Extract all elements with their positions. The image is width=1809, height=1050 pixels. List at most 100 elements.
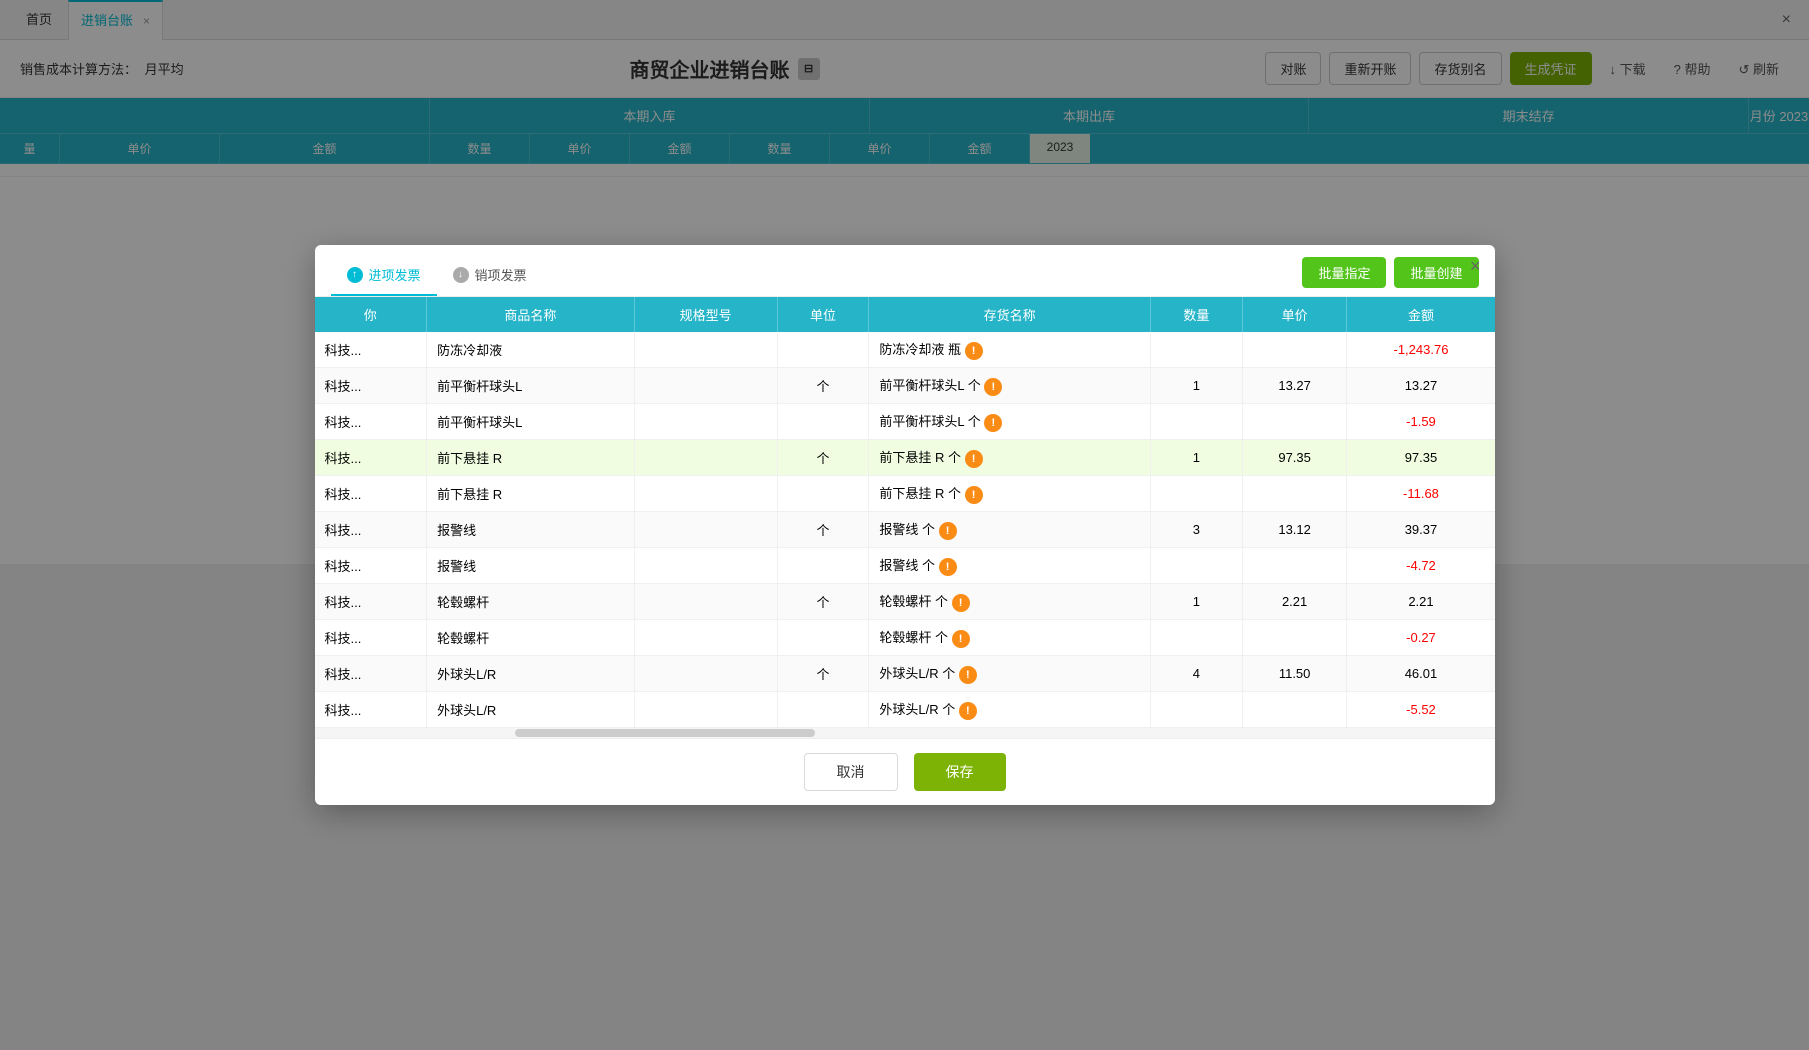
table-cell: 轮毂螺杆 个 !	[869, 584, 1150, 620]
table-cell	[1242, 404, 1347, 440]
batch-create-button[interactable]: 批量创建	[1394, 257, 1478, 288]
table-cell: 前平衡杆球头L 个 !	[869, 368, 1150, 404]
table-row: 科技...轮毂螺杆个轮毂螺杆 个 !12.212.21	[315, 584, 1495, 620]
table-cell: 前平衡杆球头L	[427, 368, 635, 404]
table-cell: 97.35	[1347, 440, 1495, 476]
table-cell: 科技...	[315, 476, 427, 512]
table-cell: 防冻冷却液	[427, 332, 635, 368]
table-cell	[634, 476, 777, 512]
table-cell	[1150, 692, 1242, 728]
table-row: 科技...防冻冷却液防冻冷却液 瓶 !-1,243.76	[315, 332, 1495, 368]
xiaoxiang-tab-icon: ↓	[453, 267, 469, 283]
table-cell: 39.37	[1347, 512, 1495, 548]
table-cell	[777, 332, 869, 368]
warning-icon: !	[959, 702, 977, 720]
table-cell: 3	[1150, 512, 1242, 548]
th-product-name: 商品名称	[427, 297, 635, 332]
table-cell: 13.12	[1242, 512, 1347, 548]
th-inventory-name: 存货名称	[869, 297, 1150, 332]
table-cell	[777, 692, 869, 728]
jinxiang-tab-icon: ↑	[347, 267, 363, 283]
table-cell: 前下悬挂 R 个 !	[869, 440, 1150, 476]
table-cell: 外球头L/R 个 !	[869, 692, 1150, 728]
table-row: 科技...外球头L/R 外球头L/R 个 ! -5.52	[315, 692, 1495, 728]
table-cell	[1150, 404, 1242, 440]
modal-table-wrap[interactable]: 你 商品名称 规格型号 单位 存货名称 数量 单价 金额 科技...防冻冷却液防…	[315, 297, 1495, 728]
table-scrollbar[interactable]	[315, 728, 1495, 738]
cancel-button[interactable]: 取消	[804, 753, 898, 791]
modal-close-button[interactable]: ×	[1470, 257, 1481, 275]
table-cell: -5.52	[1347, 692, 1495, 728]
table-cell: 科技...	[315, 656, 427, 692]
table-cell: 科技...	[315, 440, 427, 476]
table-cell: 1	[1150, 368, 1242, 404]
table-cell: 前平衡杆球头L	[427, 404, 635, 440]
table-cell: 防冻冷却液 瓶 !	[869, 332, 1150, 368]
table-cell: 个	[777, 440, 869, 476]
th-quantity: 数量	[1150, 297, 1242, 332]
table-cell: 科技...	[315, 368, 427, 404]
table-cell: 46.01	[1347, 656, 1495, 692]
table-cell: 报警线	[427, 512, 635, 548]
table-cell: 前平衡杆球头L 个 !	[869, 404, 1150, 440]
warning-icon: !	[984, 414, 1002, 432]
table-cell	[1242, 548, 1347, 584]
table-row: 科技...报警线报警线 个 !-4.72	[315, 548, 1495, 584]
table-cell	[1242, 332, 1347, 368]
table-cell: 2.21	[1242, 584, 1347, 620]
warning-icon: !	[984, 378, 1002, 396]
table-cell	[777, 476, 869, 512]
table-scrollbar-thumb[interactable]	[515, 729, 815, 737]
table-cell	[777, 620, 869, 656]
save-button[interactable]: 保存	[914, 753, 1006, 791]
modal-table: 你 商品名称 规格型号 单位 存货名称 数量 单价 金额 科技...防冻冷却液防…	[315, 297, 1495, 728]
warning-icon: !	[952, 594, 970, 612]
table-cell	[634, 620, 777, 656]
table-cell	[1150, 476, 1242, 512]
table-cell: 科技...	[315, 692, 427, 728]
table-cell: 外球头L/R 个 !	[869, 656, 1150, 692]
table-cell	[634, 512, 777, 548]
table-row: 科技...前平衡杆球头L前平衡杆球头L 个 !-1.59	[315, 404, 1495, 440]
tab-xiaoxiang[interactable]: ↓ 销项发票	[437, 257, 543, 296]
table-row: 科技...前下悬挂 R前下悬挂 R 个 !-11.68	[315, 476, 1495, 512]
table-cell: 外球头L/R	[427, 656, 635, 692]
table-cell: 轮毂螺杆 个 !	[869, 620, 1150, 656]
warning-icon: !	[952, 630, 970, 648]
table-row: 科技...轮毂螺杆轮毂螺杆 个 !-0.27	[315, 620, 1495, 656]
batch-assign-button[interactable]: 批量指定	[1302, 257, 1386, 288]
table-cell: 11.50	[1242, 656, 1347, 692]
table-cell: -11.68	[1347, 476, 1495, 512]
warning-icon: !	[965, 450, 983, 468]
table-cell: -0.27	[1347, 620, 1495, 656]
table-cell: 个	[777, 656, 869, 692]
modal-footer: 取消 保存	[315, 738, 1495, 805]
table-cell	[634, 440, 777, 476]
modal-header: ↑ 进项发票 ↓ 销项发票 批量指定 批量创建 ×	[315, 245, 1495, 297]
warning-icon: !	[965, 342, 983, 360]
table-cell: -1.59	[1347, 404, 1495, 440]
th-col1: 你	[315, 297, 427, 332]
table-cell: 报警线 个 !	[869, 548, 1150, 584]
table-cell: 科技...	[315, 332, 427, 368]
table-cell: 1	[1150, 584, 1242, 620]
table-cell: 1	[1150, 440, 1242, 476]
table-cell: 外球头L/R	[427, 692, 635, 728]
table-cell: 科技...	[315, 584, 427, 620]
table-cell	[634, 368, 777, 404]
warning-icon: !	[939, 558, 957, 576]
table-cell: 13.27	[1242, 368, 1347, 404]
tab-jinxiang[interactable]: ↑ 进项发票	[331, 257, 437, 296]
tab-jinxiang-label: 进项发票	[369, 265, 421, 284]
table-cell: 报警线 个 !	[869, 512, 1150, 548]
table-cell: 4	[1150, 656, 1242, 692]
table-cell	[1242, 476, 1347, 512]
table-header-row: 你 商品名称 规格型号 单位 存货名称 数量 单价 金额	[315, 297, 1495, 332]
table-cell: 前下悬挂 R	[427, 476, 635, 512]
table-cell: 科技...	[315, 548, 427, 584]
modal-overlay: ↑ 进项发票 ↓ 销项发票 批量指定 批量创建 × 你	[0, 40, 1809, 1050]
table-cell: 科技...	[315, 620, 427, 656]
table-row: 科技...前平衡杆球头L个前平衡杆球头L 个 !113.2713.27	[315, 368, 1495, 404]
table-cell	[634, 332, 777, 368]
table-cell: 个	[777, 368, 869, 404]
